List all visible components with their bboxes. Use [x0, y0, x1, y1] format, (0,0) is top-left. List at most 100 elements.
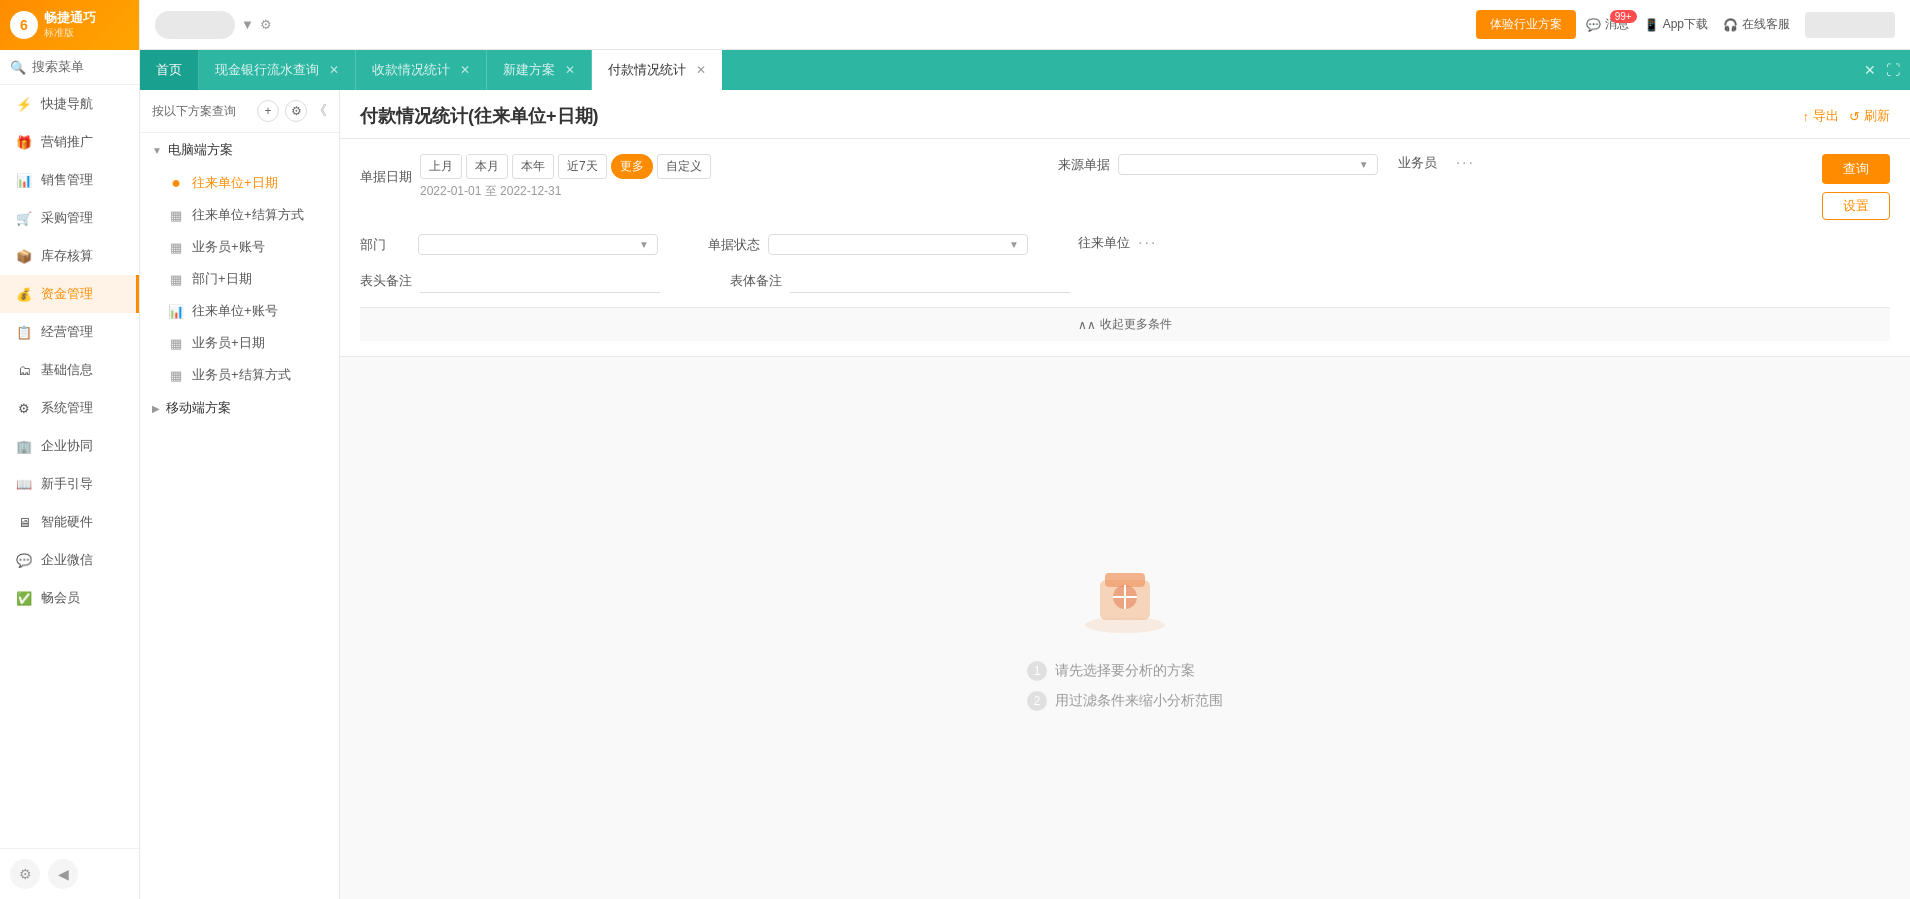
query-button[interactable]: 查询 [1822, 154, 1890, 184]
sidebar-item-hardware[interactable]: 🖥 智能硬件 [0, 503, 139, 541]
sidebar-item-guide[interactable]: 📖 新手引导 [0, 465, 139, 503]
scheme-item-staff-account[interactable]: ▦ 业务员+账号 [140, 231, 339, 263]
scheme-type-icon: ▦ [168, 335, 184, 351]
date-btn-this-month[interactable]: 本月 [466, 154, 508, 179]
sidebar-item-quick-nav[interactable]: ⚡ 快捷导航 [0, 85, 139, 123]
user-avatar[interactable] [1805, 12, 1895, 38]
scheme-item-unit-account[interactable]: 📊 往来单位+账号 [140, 295, 339, 327]
scheme-item-staff-date[interactable]: ▦ 业务员+日期 [140, 327, 339, 359]
scheme-panel: 按以下方案查询 + ⚙ 《 ▼ 电脑端方案 ● 往来单位+日期 ▦ [140, 90, 340, 899]
scheme-type-icon: 📊 [168, 303, 184, 319]
sidebar-item-inventory[interactable]: 📦 库存核算 [0, 237, 139, 275]
date-btn-custom[interactable]: 自定义 [657, 154, 711, 179]
date-btn-this-year[interactable]: 本年 [512, 154, 554, 179]
settings-icon[interactable]: ⚙ [260, 17, 272, 32]
filter-body-note: 表体备注 [730, 269, 1070, 293]
collapse-filter-btn[interactable]: ∧∧ 收起更多条件 [360, 307, 1890, 341]
tab-receivable[interactable]: 收款情况统计 ✕ [356, 50, 487, 90]
body-note-input[interactable] [790, 269, 1070, 293]
chevron-down-icon: ▼ [152, 145, 162, 156]
date-btn-more[interactable]: 更多 [611, 154, 653, 179]
app-download-btn[interactable]: 📱 App下载 [1644, 16, 1708, 33]
page-header: 付款情况统计(往来单位+日期) ↑ 导出 ↺ 刷新 [340, 90, 1910, 139]
notification-btn[interactable]: 💬 消息 99+ [1586, 16, 1629, 33]
tab-new-plan[interactable]: 新建方案 ✕ [487, 50, 592, 90]
staff-dots[interactable]: ··· [1456, 154, 1475, 172]
dept-arrow-icon: ▼ [639, 239, 649, 250]
sidebar-item-member[interactable]: ✅ 畅会员 [0, 579, 139, 617]
online-service-btn[interactable]: 🎧 在线客服 [1723, 16, 1790, 33]
date-range-display: 2022-01-01 至 2022-12-31 [420, 183, 711, 200]
partner-dots[interactable]: ··· [1138, 234, 1157, 252]
collapse-label: 收起更多条件 [1100, 316, 1172, 333]
sidebar-footer: ⚙ ◀ [0, 848, 139, 899]
scheme-item-dept-date[interactable]: ▦ 部门+日期 [140, 263, 339, 295]
empty-illustration [1075, 545, 1175, 645]
tab-bank[interactable]: 现金银行流水查询 ✕ [199, 50, 356, 90]
settings-btn[interactable]: ⚙ [10, 859, 40, 889]
doc-status-select[interactable]: ▼ [768, 234, 1028, 255]
service-icon: 🎧 [1723, 18, 1738, 32]
scheme-type-icon: ▦ [168, 207, 184, 223]
sidebar-item-marketing[interactable]: 🎁 营销推广 [0, 123, 139, 161]
scheme-panel-actions: + ⚙ 《 [257, 100, 327, 122]
close-tab-icon[interactable]: ✕ [1864, 62, 1876, 78]
add-scheme-btn[interactable]: + [257, 100, 279, 122]
date-btn-last-month[interactable]: 上月 [420, 154, 462, 179]
tab-close-icon[interactable]: ✕ [565, 63, 575, 77]
tab-payment[interactable]: 付款情况统计 ✕ [592, 50, 722, 90]
export-btn[interactable]: ↑ 导出 [1803, 107, 1840, 125]
sidebar-item-sales[interactable]: 📊 销售管理 [0, 161, 139, 199]
source-select[interactable]: ▼ [1118, 154, 1378, 175]
sidebar-item-wechat[interactable]: 💬 企业微信 [0, 541, 139, 579]
scheme-item-unit-date[interactable]: ● 往来单位+日期 [140, 167, 339, 199]
search-menu[interactable]: 🔍 搜索菜单 [0, 50, 139, 85]
source-arrow-icon: ▼ [1359, 159, 1369, 170]
maximize-icon[interactable]: ⛶ [1886, 62, 1900, 78]
sidebar-item-enterprise[interactable]: 🏢 企业协同 [0, 427, 139, 465]
settings-button[interactable]: 设置 [1822, 192, 1890, 220]
scheme-settings-btn[interactable]: ⚙ [285, 100, 307, 122]
topbar-actions: 💬 消息 99+ 📱 App下载 🎧 在线客服 [1586, 12, 1895, 38]
hint-text-1: 请先选择要分析的方案 [1055, 662, 1195, 680]
wechat-icon: 💬 [15, 551, 33, 569]
scheme-group-header-mobile[interactable]: ▶ 移动端方案 [140, 391, 339, 425]
tab-home[interactable]: 首页 [140, 50, 199, 90]
collapse-sidebar-btn[interactable]: ◀ [48, 859, 78, 889]
breadcrumb: ▼ ⚙ [155, 11, 1466, 39]
header-note-input[interactable] [420, 269, 660, 293]
filter-actions: 查询 设置 [1822, 154, 1890, 220]
enterprise-icon: 🏢 [15, 437, 33, 455]
sidebar-item-operation[interactable]: 📋 经营管理 [0, 313, 139, 351]
scheme-type-icon: ▦ [168, 239, 184, 255]
dept-select[interactable]: ▼ [418, 234, 658, 255]
sidebar-item-system[interactable]: ⚙ 系统管理 [0, 389, 139, 427]
sidebar-item-capital[interactable]: 💰 资金管理 [0, 275, 139, 313]
date-btn-group: 上月 本月 本年 近7天 更多 自定义 [420, 154, 711, 179]
tab-close-icon[interactable]: ✕ [460, 63, 470, 77]
sidebar-item-label: 销售管理 [41, 171, 93, 189]
filter-row-1: 单据日期 上月 本月 本年 近7天 更多 自定义 2022-01-01 至 20… [360, 154, 1890, 220]
refresh-btn[interactable]: ↺ 刷新 [1849, 107, 1890, 125]
chevron-down-icon: ▼ [241, 17, 254, 32]
experience-plan-button[interactable]: 体验行业方案 [1476, 10, 1576, 39]
scheme-panel-title: 按以下方案查询 [152, 103, 236, 120]
content-main: 付款情况统计(往来单位+日期) ↑ 导出 ↺ 刷新 单 [340, 90, 1910, 899]
sidebar-item-label: 经营管理 [41, 323, 93, 341]
filter-doc-status: 单据状态 ▼ [708, 234, 1028, 255]
hint-num-1: 1 [1027, 661, 1047, 681]
header-note-label: 表头备注 [360, 272, 412, 290]
scheme-collapse-btn[interactable]: 《 [313, 102, 327, 120]
scheme-item-staff-settle[interactable]: ▦ 业务员+结算方式 [140, 359, 339, 391]
sidebar-item-purchase[interactable]: 🛒 采购管理 [0, 199, 139, 237]
scheme-group-label: 移动端方案 [166, 399, 231, 417]
scheme-item-label: 业务员+日期 [192, 334, 265, 352]
date-btn-7days[interactable]: 近7天 [558, 154, 607, 179]
tab-close-icon[interactable]: ✕ [696, 63, 706, 77]
sidebar-item-base[interactable]: 🗂 基础信息 [0, 351, 139, 389]
tab-close-icon[interactable]: ✕ [329, 63, 339, 77]
topbar: ▼ ⚙ 体验行业方案 💬 消息 99+ 📱 App下载 🎧 在线客服 [140, 0, 1910, 50]
scheme-group-header-pc[interactable]: ▼ 电脑端方案 [140, 133, 339, 167]
scheme-item-unit-settle[interactable]: ▦ 往来单位+结算方式 [140, 199, 339, 231]
sidebar-item-label: 新手引导 [41, 475, 93, 493]
